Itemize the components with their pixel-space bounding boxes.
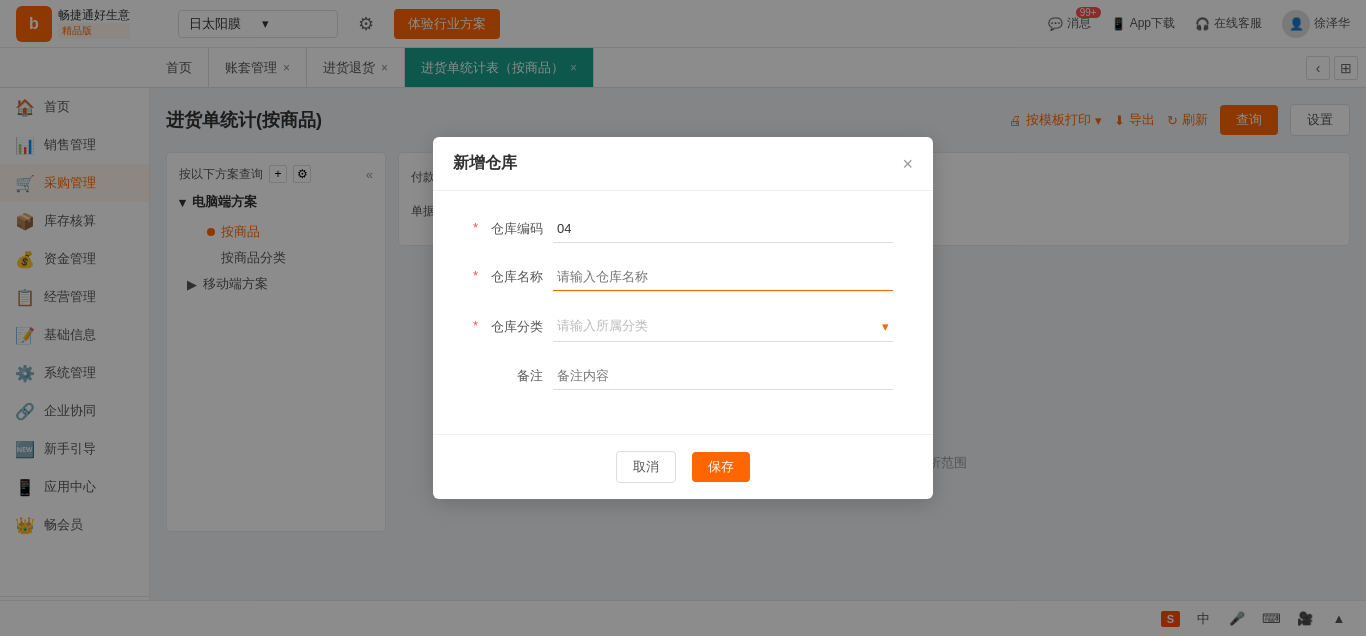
category-select[interactable]: 请输入所属分类 ▾ (553, 311, 893, 342)
modal-footer: 取消 保存 (433, 434, 933, 499)
name-label: 仓库名称 (473, 268, 553, 286)
save-button[interactable]: 保存 (692, 452, 750, 482)
category-dropdown-icon: ▾ (882, 319, 889, 334)
modal-title: 新增仓库 (453, 153, 517, 174)
note-input[interactable] (553, 362, 893, 390)
cancel-button[interactable]: 取消 (616, 451, 676, 483)
form-row-code: 仓库编码 (473, 215, 893, 243)
add-warehouse-modal: 新增仓库 × 仓库编码 仓库名称 仓库分类 请输入所属分类 ▾ 备注 (433, 137, 933, 499)
modal-header: 新增仓库 × (433, 137, 933, 191)
modal-body: 仓库编码 仓库名称 仓库分类 请输入所属分类 ▾ 备注 (433, 191, 933, 434)
category-placeholder: 请输入所属分类 (557, 317, 648, 335)
modal-close-button[interactable]: × (902, 155, 913, 173)
form-row-category: 仓库分类 请输入所属分类 ▾ (473, 311, 893, 342)
form-row-name: 仓库名称 (473, 263, 893, 291)
modal-overlay: 新增仓库 × 仓库编码 仓库名称 仓库分类 请输入所属分类 ▾ 备注 (0, 0, 1366, 636)
name-input[interactable] (553, 263, 893, 291)
code-input[interactable] (553, 215, 893, 243)
code-label: 仓库编码 (473, 220, 553, 238)
note-label: 备注 (473, 367, 553, 385)
category-label: 仓库分类 (473, 318, 553, 336)
form-row-note: 备注 (473, 362, 893, 390)
